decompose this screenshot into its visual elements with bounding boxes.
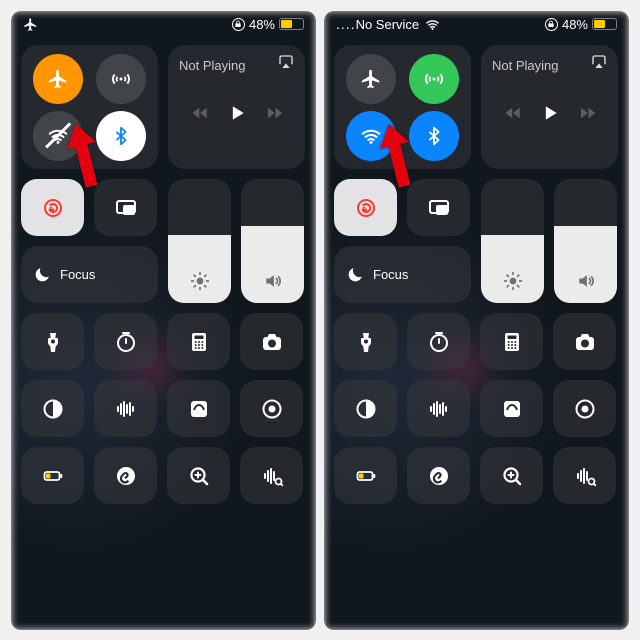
dark-mode-tile[interactable] <box>21 380 84 437</box>
rewind-button[interactable] <box>191 104 209 122</box>
battery-icon <box>592 18 617 30</box>
wifi-status-icon <box>425 17 440 32</box>
airplane-status-icon <box>23 17 38 32</box>
play-button[interactable] <box>540 103 560 123</box>
low-power-tile[interactable] <box>334 447 397 504</box>
wifi-toggle[interactable] <box>346 111 396 161</box>
connectivity-card[interactable] <box>21 45 158 169</box>
sound-recognition-tile[interactable] <box>240 447 303 504</box>
orientation-lock-tile[interactable] <box>21 179 84 236</box>
carrier-text: No Service <box>356 17 420 32</box>
shazam-tile[interactable] <box>94 447 157 504</box>
calculator-tile[interactable] <box>167 313 230 370</box>
tiles-grid <box>334 313 619 504</box>
magnifier-tile[interactable] <box>167 447 230 504</box>
media-card[interactable]: Not Playing <box>481 45 618 169</box>
airplay-icon[interactable] <box>277 53 295 71</box>
volume-icon <box>554 271 617 291</box>
volume-icon <box>241 271 304 291</box>
connectivity-card[interactable] <box>334 45 471 169</box>
bt-toggle[interactable] <box>409 111 459 161</box>
screen-mirroring-tile[interactable] <box>94 179 157 236</box>
sound-recognition-tile[interactable] <box>553 447 616 504</box>
forward-button[interactable] <box>265 104 283 122</box>
wifi-toggle[interactable] <box>33 111 83 161</box>
screen-record-tile[interactable] <box>240 380 303 437</box>
battery-percent: 48% <box>249 17 275 32</box>
brightness-slider[interactable] <box>168 179 231 303</box>
focus-label: Focus <box>60 267 95 282</box>
battery-icon <box>279 18 304 30</box>
calculator-tile[interactable] <box>480 313 543 370</box>
camera-tile[interactable] <box>240 313 303 370</box>
rewind-button[interactable] <box>504 104 522 122</box>
flashlight-tile[interactable] <box>334 313 397 370</box>
cell-toggle[interactable] <box>409 54 459 104</box>
voice-memos-tile[interactable] <box>94 380 157 437</box>
control-center-left: 48% Not Playing Focus <box>11 11 316 630</box>
magnifier-tile[interactable] <box>480 447 543 504</box>
voice-memos-tile[interactable] <box>407 380 470 437</box>
cell-toggle[interactable] <box>96 54 146 104</box>
flashlight-tile[interactable] <box>21 313 84 370</box>
dark-mode-tile[interactable] <box>334 380 397 437</box>
signal-dots: .... <box>336 16 356 32</box>
play-button[interactable] <box>227 103 247 123</box>
screen-record-tile[interactable] <box>553 380 616 437</box>
shazam-tile[interactable] <box>407 447 470 504</box>
timer-tile[interactable] <box>94 313 157 370</box>
airplane-toggle[interactable] <box>346 54 396 104</box>
forward-button[interactable] <box>578 104 596 122</box>
control-center-right: ....No Service 48% Not Playing Focus <box>324 11 629 630</box>
camera-tile[interactable] <box>553 313 616 370</box>
media-card[interactable]: Not Playing <box>168 45 305 169</box>
status-bar: 48% <box>11 11 316 37</box>
sun-icon <box>481 271 544 291</box>
orientation-lock-tile[interactable] <box>334 179 397 236</box>
focus-tile[interactable]: Focus <box>21 246 158 303</box>
apple-tv-remote-tile[interactable] <box>167 380 230 437</box>
bt-toggle[interactable] <box>96 111 146 161</box>
timer-tile[interactable] <box>407 313 470 370</box>
battery-percent: 48% <box>562 17 588 32</box>
status-bar: ....No Service 48% <box>324 11 629 37</box>
brightness-slider[interactable] <box>481 179 544 303</box>
focus-tile[interactable]: Focus <box>334 246 471 303</box>
orientation-lock-status-icon <box>232 18 245 31</box>
screen-mirroring-tile[interactable] <box>407 179 470 236</box>
sun-icon <box>168 271 231 291</box>
volume-slider[interactable] <box>554 179 617 303</box>
volume-slider[interactable] <box>241 179 304 303</box>
apple-tv-remote-tile[interactable] <box>480 380 543 437</box>
airplane-toggle[interactable] <box>33 54 83 104</box>
airplay-icon[interactable] <box>590 53 608 71</box>
tiles-grid <box>21 313 306 504</box>
focus-label: Focus <box>373 267 408 282</box>
low-power-tile[interactable] <box>21 447 84 504</box>
orientation-lock-status-icon <box>545 18 558 31</box>
